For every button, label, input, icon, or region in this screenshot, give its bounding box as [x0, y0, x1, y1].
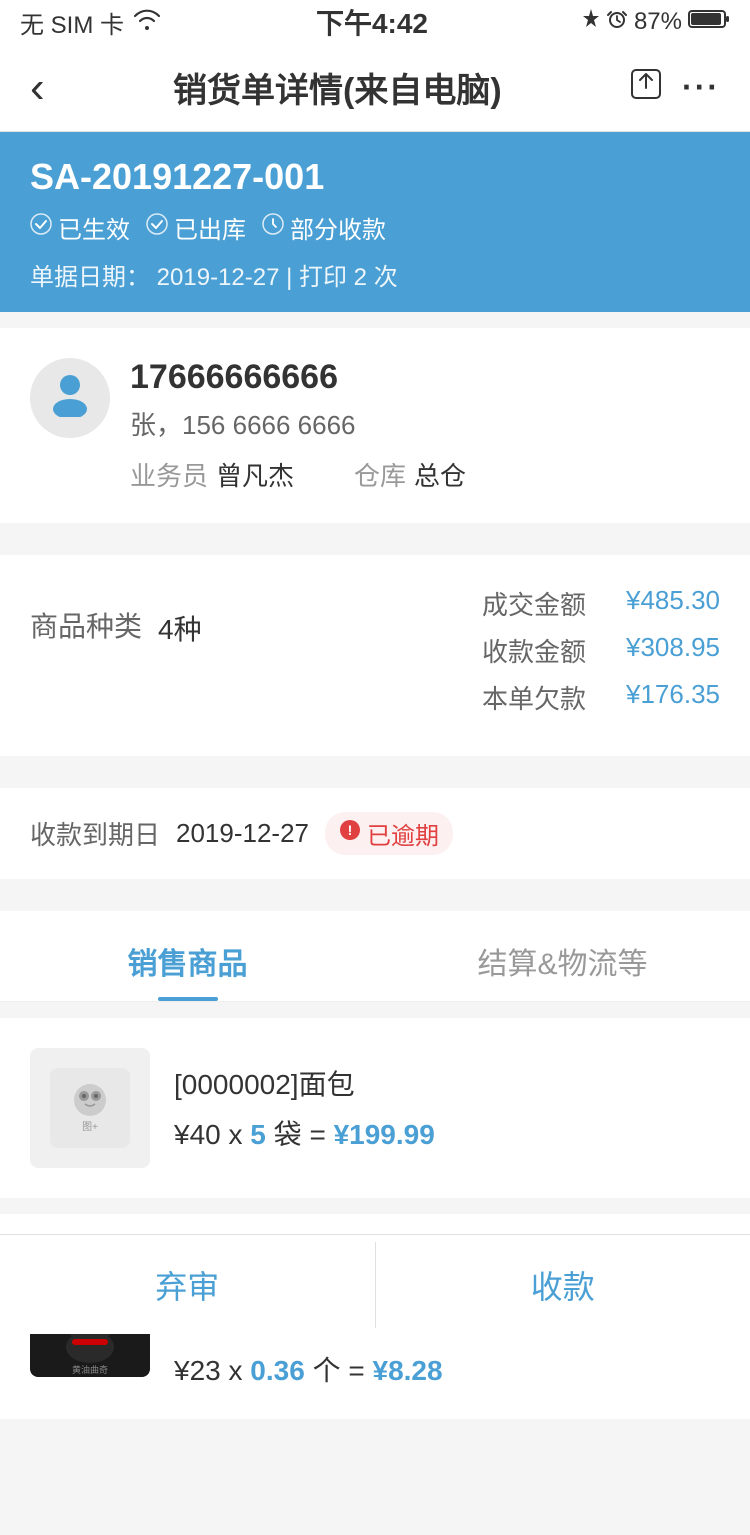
nav-bar: ‹ 销货单详情(来自电脑) ··· — [0, 44, 750, 132]
product-types-label: 商品种类 — [30, 605, 142, 645]
transaction-amount-value: ¥485.30 — [626, 585, 720, 622]
customer-name-phone: 张，156 6666 6666 — [130, 405, 720, 442]
customer-account-id: 17666666666 — [130, 358, 720, 397]
transaction-amount-row: 成交金额 ¥485.30 — [482, 585, 720, 622]
product-price-unit-2: ¥23 — [174, 1355, 221, 1386]
salesperson-info: 业务员 曾凡杰 — [130, 456, 294, 493]
battery-label: 87% — [634, 8, 682, 36]
check-icon-1 — [30, 213, 52, 242]
check-icon-2 — [146, 213, 168, 242]
divider-2 — [0, 756, 750, 772]
order-status-row: 已生效 已出库 部分收款 — [30, 210, 720, 245]
product-thumb-1: 图+ — [30, 1048, 150, 1168]
owed-amount-label: 本单欠款 — [482, 679, 586, 716]
product-unit-2: 个 — [313, 1355, 341, 1386]
share-icon[interactable] — [630, 68, 662, 108]
product-price-2: ¥23 x 0.36 个 = ¥8.28 — [174, 1349, 720, 1389]
warehouse-info: 仓库 总仓 — [354, 456, 466, 493]
product-item-1: 图+ [0000002]面包 ¥40 x 5 袋 = ¥199.99 — [0, 1018, 750, 1198]
due-section: 收款到期日 2019-12-27 ! 已逾期 — [0, 788, 750, 879]
status-partial-received: 部分收款 — [262, 210, 386, 245]
order-date-row: 单据日期： 2019-12-27 | 打印 2 次 — [30, 257, 720, 292]
received-amount-row: 收款金额 ¥308.95 — [482, 632, 720, 669]
more-icon[interactable]: ··· — [682, 69, 720, 106]
product-qty-1: 5 — [250, 1119, 266, 1150]
status-effected: 已生效 — [30, 210, 130, 245]
status-left: 无 SIM 卡 — [20, 5, 162, 40]
due-date-value: 2019-12-27 — [176, 818, 309, 849]
product-unit-1: 袋 — [274, 1119, 302, 1150]
received-amount-value: ¥308.95 — [626, 632, 720, 669]
product-types-value: 4种 — [158, 608, 202, 648]
tabs-row: 销售商品 结算&物流等 — [0, 911, 750, 1001]
nav-actions: ··· — [630, 68, 720, 108]
product-total-1: ¥199.99 — [334, 1119, 435, 1150]
salesperson-label: 业务员 — [130, 456, 208, 493]
warehouse-value: 总仓 — [414, 456, 466, 493]
customer-avatar — [30, 358, 110, 438]
back-button[interactable]: ‹ — [30, 63, 45, 113]
received-amount-label: 收款金额 — [482, 632, 586, 669]
due-date-label: 收款到期日 — [30, 815, 160, 852]
divider-3 — [0, 879, 750, 895]
order-id: SA-20191227-001 — [30, 156, 720, 198]
bottom-padding — [0, 1435, 750, 1535]
page-title: 销货单详情(来自电脑) — [173, 63, 502, 112]
customer-meta: 业务员 曾凡杰 仓库 总仓 — [130, 456, 720, 493]
battery-icon — [688, 8, 730, 36]
customer-info: 17666666666 张，156 6666 6666 业务员 曾凡杰 仓库 总… — [130, 358, 720, 493]
tabs-section: 销售商品 结算&物流等 — [0, 911, 750, 1002]
warehouse-label: 仓库 — [354, 456, 406, 493]
overdue-text: 已逾期 — [367, 816, 439, 851]
tab-settlement-logistics[interactable]: 结算&物流等 — [375, 911, 750, 1001]
product-types-info: 商品种类 4种 — [30, 585, 202, 651]
overdue-badge: ! 已逾期 — [325, 812, 453, 855]
transaction-amount-label: 成交金额 — [482, 585, 586, 622]
order-date: 2019-12-27 — [157, 264, 280, 291]
products-section: 图+ [0000002]面包 ¥40 x 5 袋 = ¥199.99 — [0, 1018, 750, 1419]
confirm-payment-button[interactable]: 收款 — [376, 1242, 750, 1328]
svg-text:图+: 图+ — [82, 1121, 98, 1133]
location-icon — [582, 8, 600, 37]
tab-sales-products[interactable]: 销售商品 — [0, 911, 375, 1001]
product-name-1: [0000002]面包 — [174, 1063, 720, 1103]
overdue-icon: ! — [339, 819, 361, 848]
status-time: 下午4:42 — [316, 2, 428, 42]
product-price-1: ¥40 x 5 袋 = ¥199.99 — [174, 1113, 720, 1153]
salesperson-value: 曾凡杰 — [216, 456, 294, 493]
wifi-icon — [132, 8, 162, 37]
bottom-action-bar: 弃审 收款 — [0, 1234, 750, 1334]
product-total-2: ¥8.28 — [373, 1355, 443, 1386]
owed-amount-row: 本单欠款 ¥176.35 — [482, 679, 720, 716]
svg-text:!: ! — [348, 822, 353, 838]
date-label: 单据日期： — [30, 264, 150, 291]
product-qty-2: 0.36 — [250, 1355, 305, 1386]
divider-1 — [0, 523, 750, 539]
summary-section: 商品种类 4种 成交金额 ¥485.30 收款金额 ¥308.95 本单欠款 ¥… — [0, 555, 750, 756]
status-right: 87% — [582, 8, 730, 37]
svg-text:黄油曲奇: 黄油曲奇 — [72, 1364, 108, 1375]
carrier-label: 无 SIM 卡 — [20, 5, 124, 40]
status-bar: 无 SIM 卡 下午4:42 87% — [0, 0, 750, 44]
owed-amount-value: ¥176.35 — [626, 679, 720, 716]
bread-image: 图+ — [30, 1048, 150, 1168]
customer-section: 17666666666 张，156 6666 6666 业务员 曾凡杰 仓库 总… — [0, 328, 750, 523]
product-price-unit-1: ¥40 — [174, 1119, 221, 1150]
order-banner: SA-20191227-001 已生效 已出库 — [0, 132, 750, 312]
alarm-icon — [606, 8, 628, 37]
cancel-button[interactable]: 弃审 — [0, 1242, 376, 1328]
avatar-icon — [45, 367, 95, 429]
clock-icon — [262, 213, 284, 242]
amount-info: 成交金额 ¥485.30 收款金额 ¥308.95 本单欠款 ¥176.35 — [482, 585, 720, 726]
product-info-1: [0000002]面包 ¥40 x 5 袋 = ¥199.99 — [174, 1063, 720, 1153]
print-info: | 打印 2 次 — [286, 264, 398, 291]
status-delivered: 已出库 — [146, 210, 246, 245]
